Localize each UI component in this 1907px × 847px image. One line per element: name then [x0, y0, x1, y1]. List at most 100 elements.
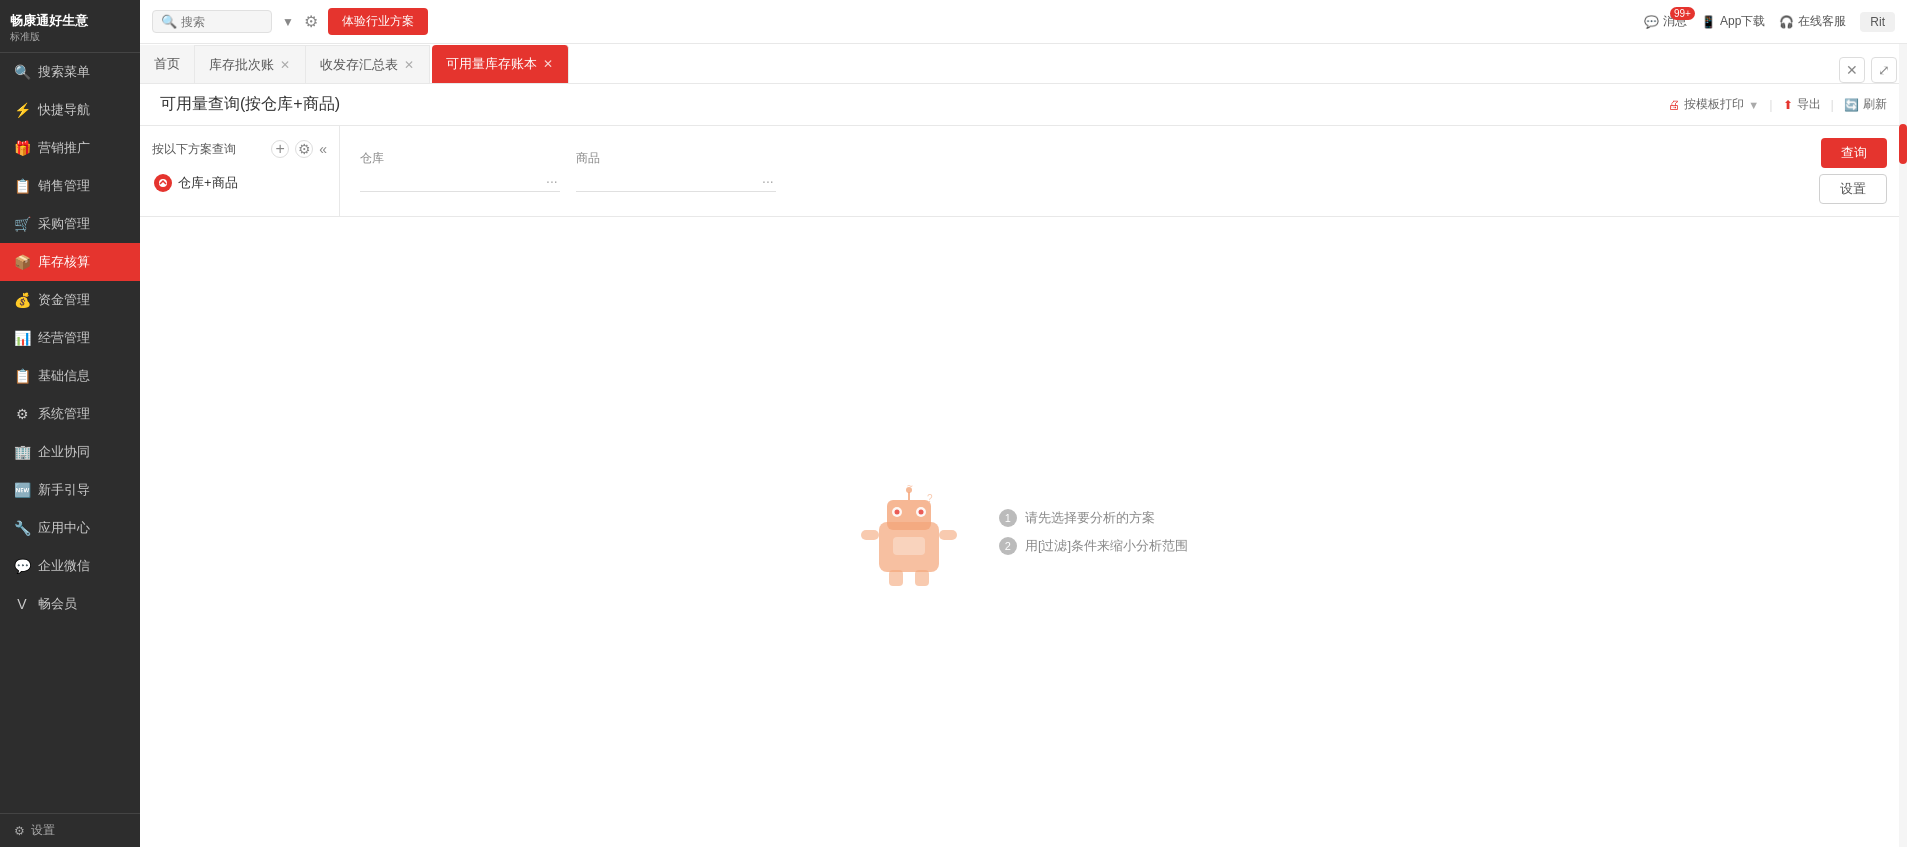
print-icon: 🖨: [1668, 98, 1680, 112]
scheme-icon: [154, 174, 172, 192]
tab-summary[interactable]: 收发存汇总表 ✕: [306, 45, 430, 83]
tab-expand-btn[interactable]: ⤢: [1871, 57, 1897, 83]
sidebar-icon-newuser: 🆕: [14, 482, 30, 498]
topbar-message[interactable]: 💬 消息 99+: [1644, 13, 1687, 30]
sidebar-item-newuser[interactable]: 🆕 新手引导: [0, 471, 140, 509]
topbar-service[interactable]: 🎧 在线客服: [1779, 13, 1846, 30]
page-header: 可用量查询(按仓库+商品) 🖨 按模板打印 ▼ | ⬆ 导出 | 🔄 刷新: [140, 84, 1907, 126]
sidebar-icon-basics: 📋: [14, 368, 30, 384]
scheme-svg-icon: [158, 178, 168, 188]
topbar-search[interactable]: 🔍: [152, 10, 272, 33]
export-label: 导出: [1797, 96, 1821, 113]
sidebar-icon-member: V: [14, 596, 30, 612]
sidebar-label-apps: 应用中心: [38, 519, 90, 537]
sidebar-item-enterprise[interactable]: 🏢 企业协同: [0, 433, 140, 471]
right-scrollbar[interactable]: [1899, 44, 1907, 847]
svg-rect-11: [889, 570, 903, 586]
scheme-add-btn[interactable]: +: [271, 140, 289, 158]
tabs-bar: 首页 库存批次账 ✕ 收发存汇总表 ✕ 可用量库存账本 ✕ ✕ ⤢: [140, 44, 1907, 84]
empty-tip-1: 1 请先选择要分析的方案: [999, 509, 1188, 527]
sidebar-item-marketing[interactable]: 🎁 营销推广: [0, 129, 140, 167]
warehouse-input-wrapper: ···: [360, 171, 560, 192]
warehouse-dots-btn[interactable]: ···: [546, 173, 558, 189]
tab-summary-label: 收发存汇总表: [320, 56, 398, 74]
topbar-gear-icon[interactable]: ⚙: [304, 12, 318, 31]
print-btn[interactable]: 🖨 按模板打印 ▼: [1668, 96, 1759, 113]
tab-batch-close[interactable]: ✕: [279, 59, 291, 71]
search-input[interactable]: [181, 15, 261, 29]
sidebar-item-system[interactable]: ⚙ 系统管理: [0, 395, 140, 433]
scheme-settings-btn[interactable]: ⚙: [295, 140, 313, 158]
tab-home[interactable]: 首页: [140, 45, 195, 83]
sidebar-item-search[interactable]: 🔍 搜索菜单: [0, 53, 140, 91]
goods-input[interactable]: [576, 174, 756, 189]
warehouse-label: 仓库: [360, 150, 560, 167]
setting-btn[interactable]: 设置: [1819, 174, 1887, 204]
svg-point-5: [894, 510, 899, 515]
tip1-text: 请先选择要分析的方案: [1025, 509, 1155, 527]
sidebar-icon-finance: 💰: [14, 292, 30, 308]
warehouse-field: 仓库 ···: [360, 150, 560, 192]
sidebar-item-member[interactable]: V 畅会员: [0, 585, 140, 623]
tab-summary-close[interactable]: ✕: [403, 59, 415, 71]
sidebar-item-apps[interactable]: 🔧 应用中心: [0, 509, 140, 547]
sidebar-item-basics[interactable]: 📋 基础信息: [0, 357, 140, 395]
empty-tip-2: 2 用[过滤]条件来缩小分析范围: [999, 537, 1188, 555]
sidebar-label-basics: 基础信息: [38, 367, 90, 385]
sidebar-item-finance[interactable]: 💰 资金管理: [0, 281, 140, 319]
print-dropdown-icon[interactable]: ▼: [1748, 99, 1759, 111]
tab-available[interactable]: 可用量库存账本 ✕: [432, 45, 569, 83]
topbar-app-download[interactable]: 📱 App下载: [1701, 13, 1765, 30]
topbar-user[interactable]: Rit: [1860, 12, 1895, 32]
sidebar-item-sales[interactable]: 📋 销售管理: [0, 167, 140, 205]
sidebar-icon-inventory: 📦: [14, 254, 30, 270]
sidebar-label-operations: 经营管理: [38, 329, 90, 347]
sidebar-label-inventory: 库存核算: [38, 253, 90, 271]
export-btn[interactable]: ⬆ 导出: [1783, 96, 1821, 113]
tip1-num: 1: [999, 509, 1017, 527]
refresh-label: 刷新: [1863, 96, 1887, 113]
topbar-dropdown-icon[interactable]: ▼: [282, 15, 294, 29]
service-label: 在线客服: [1798, 13, 1846, 30]
sidebar-label-quicknav: 快捷导航: [38, 101, 90, 119]
query-btn[interactable]: 查询: [1821, 138, 1887, 168]
empty-robot-illustration: ~ ?: [859, 482, 959, 582]
sidebar-item-operations[interactable]: 📊 经营管理: [0, 319, 140, 357]
main-content: 🔍 ▼ ⚙ 体验行业方案 💬 消息 99+ 📱 App下载 🎧 在线客服 Rit: [140, 0, 1907, 847]
page-actions: 🖨 按模板打印 ▼ | ⬆ 导出 | 🔄 刷新: [1668, 96, 1887, 113]
tab-close-btn[interactable]: ✕: [1839, 57, 1865, 83]
tab-batch[interactable]: 库存批次账 ✕: [195, 45, 306, 83]
scheme-collapse-btn[interactable]: «: [319, 141, 327, 157]
divider1: |: [1769, 97, 1772, 112]
sidebar-label-sales: 销售管理: [38, 177, 90, 195]
refresh-btn[interactable]: 🔄 刷新: [1844, 96, 1887, 113]
goods-input-wrapper: ···: [576, 171, 776, 192]
scheme-item-warehouse-goods[interactable]: 仓库+商品: [140, 166, 339, 200]
sidebar-bottom-settings[interactable]: ⚙ 设置: [0, 813, 140, 847]
content-area: ~ ? 1 请先选择要分析的方案 2 用[过滤]条件来缩小分析范围: [140, 217, 1907, 847]
sidebar-item-purchase[interactable]: 🛒 采购管理: [0, 205, 140, 243]
sidebar-logo: 畅康通好生意 标准版: [0, 0, 140, 53]
sidebar-label-system: 系统管理: [38, 405, 90, 423]
topbar: 🔍 ▼ ⚙ 体验行业方案 💬 消息 99+ 📱 App下载 🎧 在线客服 Rit: [140, 0, 1907, 44]
warehouse-input[interactable]: [360, 174, 540, 189]
sidebar-item-wechat[interactable]: 💬 企业微信: [0, 547, 140, 585]
svg-rect-13: [893, 537, 925, 555]
sidebar-icon-system: ⚙: [14, 406, 30, 422]
topbar-search-icon: 🔍: [161, 14, 177, 29]
experience-btn[interactable]: 体验行业方案: [328, 8, 428, 35]
sidebar-icon-purchase: 🛒: [14, 216, 30, 232]
sidebar-item-quicknav[interactable]: ⚡ 快捷导航: [0, 91, 140, 129]
tab-available-close[interactable]: ✕: [542, 58, 554, 70]
goods-label: 商品: [576, 150, 776, 167]
scheme-item-label: 仓库+商品: [178, 174, 238, 192]
goods-dots-btn[interactable]: ···: [762, 173, 774, 189]
svg-rect-9: [861, 530, 879, 540]
empty-state: ~ ? 1 请先选择要分析的方案 2 用[过滤]条件来缩小分析范围: [859, 482, 1188, 582]
tip2-num: 2: [999, 537, 1017, 555]
export-icon: ⬆: [1783, 98, 1793, 112]
sidebar-label-member: 畅会员: [38, 595, 77, 613]
svg-rect-12: [915, 570, 929, 586]
sidebar-item-inventory[interactable]: 📦 库存核算: [0, 243, 140, 281]
sidebar-label-marketing: 营销推广: [38, 139, 90, 157]
